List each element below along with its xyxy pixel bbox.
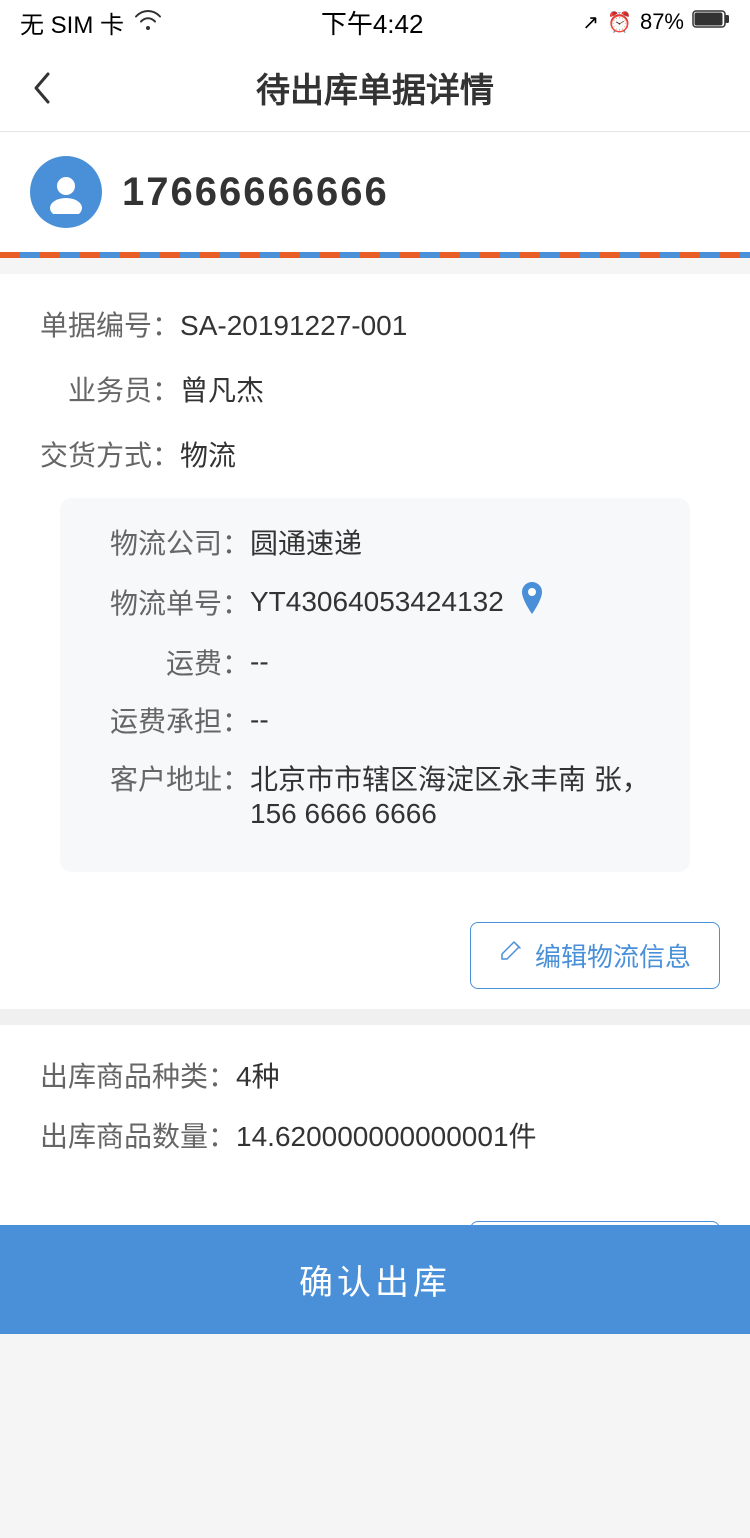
logistics-company-row: 物流公司： 圆通速递 [90,522,660,562]
product-type-row: 出库商品种类： 4种 [40,1055,710,1095]
battery-label: 87% [640,9,684,35]
tracking-no-value: YT43064053424132 [250,580,660,624]
product-type-label: 出库商品种类： [40,1055,236,1095]
document-no-row: 单据编号： SA-20191227-001 [40,304,710,349]
user-phone: 17666666666 [122,170,389,215]
freight-row: 运费： -- [90,642,660,682]
wifi-icon [134,8,162,37]
confirm-btn-wrapper: 确认出库 [0,1225,750,1334]
freight-bear-label: 运费承担： [90,700,250,740]
page-title: 待出库单据详情 [256,63,494,112]
product-quantity-value: 14.620000000000001件 [236,1115,710,1155]
address-row: 客户地址： 北京市市辖区海淀区永丰南 张，156 6666 6666 [90,758,660,830]
edit-btn-container: 编辑物流信息 [0,902,750,1009]
status-right: ↗ ⏰ 87% [582,9,730,35]
logistics-company-value: 圆通速递 [250,522,660,562]
time-display: 下午4:42 [321,4,424,41]
freight-bear-row: 运费承担： -- [90,700,660,740]
address-value: 北京市市辖区海淀区永丰南 张，156 6666 6666 [250,758,660,830]
status-left: 无 SIM 卡 [20,5,162,40]
avatar [30,156,102,228]
product-quantity-row: 出库商品数量： 14.620000000000001件 [40,1115,710,1155]
freight-value: -- [250,646,660,678]
location-icon: ↗ [582,10,599,35]
document-no-label: 单据编号： [40,304,180,349]
delivery-method-label: 交货方式： [40,434,180,479]
section-divider [0,1009,750,1025]
edit-icon [499,939,525,972]
document-no-value: SA-20191227-001 [180,304,710,349]
confirm-button[interactable]: 确认出库 [0,1255,750,1304]
battery-icon [692,9,730,35]
alarm-icon: ⏰ [607,10,632,35]
freight-bear-value: -- [250,704,660,736]
back-button[interactable] [30,68,54,108]
edit-logistics-button[interactable]: 编辑物流信息 [470,922,720,989]
document-info-section: 单据编号： SA-20191227-001 业务员： 曾凡杰 交货方式： 物流 … [0,274,750,902]
location-pin-icon[interactable] [516,580,548,624]
product-quantity-label: 出库商品数量： [40,1115,236,1155]
product-type-value: 4种 [236,1055,710,1095]
address-label: 客户地址： [90,758,250,798]
carrier-label: 无 SIM 卡 [20,5,124,40]
salesperson-label: 业务员： [40,369,180,414]
salesperson-value: 曾凡杰 [180,369,710,414]
nav-bar: 待出库单据详情 [0,44,750,132]
delivery-method-value: 物流 [180,434,710,479]
delivery-method-row: 交货方式： 物流 [40,434,710,479]
edit-logistics-label: 编辑物流信息 [535,937,691,974]
logistics-card: 物流公司： 圆通速递 物流单号： YT43064053424132 运费： [60,498,690,872]
dashed-separator [0,252,750,258]
user-section: 17666666666 [0,132,750,252]
status-bar: 无 SIM 卡 下午4:42 ↗ ⏰ 87% [0,0,750,44]
freight-label: 运费： [90,642,250,682]
tracking-no-label: 物流单号： [90,582,250,622]
product-section: 出库商品种类： 4种 出库商品数量： 14.620000000000001件 [0,1025,750,1205]
logistics-company-label: 物流公司： [90,522,250,562]
tracking-no-row: 物流单号： YT43064053424132 [90,580,660,624]
salesperson-row: 业务员： 曾凡杰 [40,369,710,414]
